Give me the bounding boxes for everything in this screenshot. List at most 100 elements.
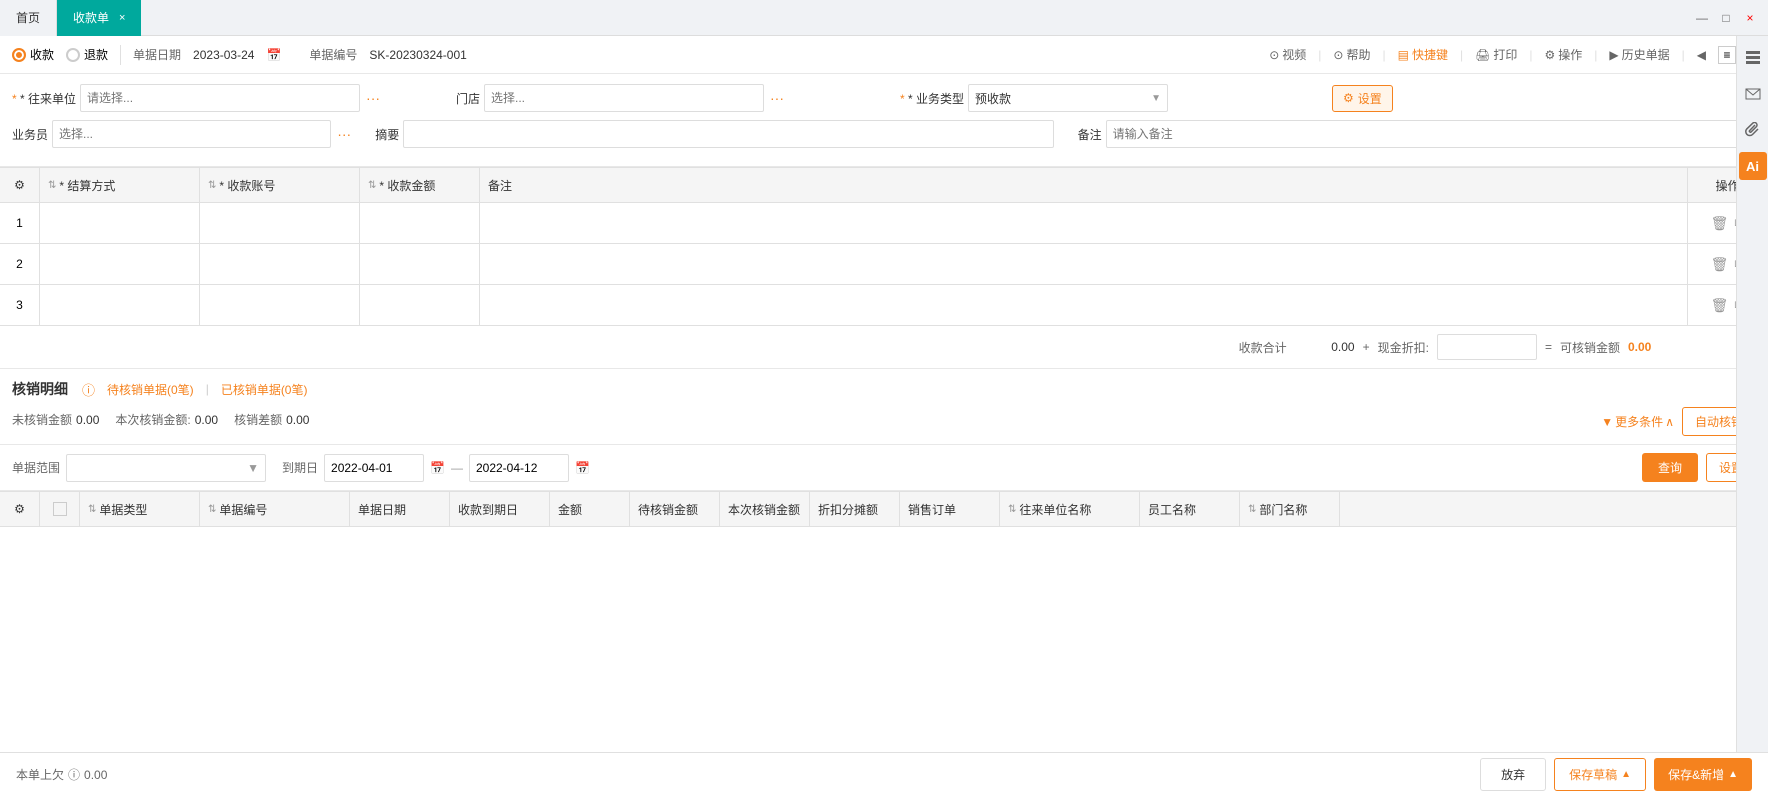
close-button[interactable]: ×	[1740, 8, 1760, 28]
td-note-input-3[interactable]	[488, 291, 1679, 319]
staff-more-icon[interactable]: ···	[337, 127, 351, 141]
th-amount-sort-icon[interactable]: ⇅	[368, 180, 376, 191]
td-note-input-2[interactable]	[488, 250, 1679, 278]
cal-from-icon[interactable]: 📅	[430, 461, 445, 475]
save-new-arrow-icon: ▲	[1728, 769, 1738, 780]
partner-more-icon[interactable]: ···	[366, 91, 380, 105]
bth-check[interactable]	[40, 492, 80, 526]
td-note-3[interactable]	[480, 285, 1688, 325]
td-account-2[interactable]	[200, 244, 360, 284]
select-all-checkbox[interactable]	[53, 502, 67, 516]
unchecked-stat: 未核销金额 0.00	[12, 411, 99, 428]
due-date-from-input[interactable]	[324, 454, 424, 482]
bth-dept: ⇅ 部门名称	[1240, 492, 1340, 526]
table-row: 2 🗑 ⧉	[0, 244, 1768, 285]
td-amount-input-3[interactable]	[368, 291, 471, 319]
shop-input[interactable]	[484, 84, 764, 112]
tab-home[interactable]: 首页	[0, 0, 57, 36]
td-amount-input-1[interactable]	[368, 209, 471, 237]
summary-input[interactable]	[403, 120, 1053, 148]
th-settle-sort-icon[interactable]: ⇅	[48, 180, 56, 191]
hx-info-icon[interactable]: ⓘ	[82, 380, 95, 399]
tab-close-icon[interactable]: ×	[119, 12, 125, 24]
bth-no-sort-icon[interactable]: ⇅	[208, 504, 216, 515]
due-date-to-input[interactable]	[469, 454, 569, 482]
operation-button[interactable]: ⚙ 操作	[1540, 44, 1586, 65]
video-button[interactable]: ⊙ 视频	[1265, 44, 1310, 65]
staff-input[interactable]	[52, 120, 331, 148]
shortcut-button[interactable]: ▤ 快捷键	[1394, 44, 1452, 65]
bottom-info-icon[interactable]: ⓘ	[68, 766, 80, 783]
td-settle-2[interactable]	[40, 244, 200, 284]
delete-icon-1[interactable]: 🗑	[1711, 215, 1729, 232]
bth-settings[interactable]: ⚙	[0, 492, 40, 526]
range-select[interactable]: ▼	[66, 454, 266, 482]
td-account-1[interactable]	[200, 203, 360, 243]
tab-active[interactable]: 收款单 ×	[57, 0, 141, 36]
th-account-sort-icon[interactable]: ⇅	[208, 180, 216, 191]
hx-stats: 未核销金额 0.00 本次核销金额: 0.00 核销差额 0.00	[12, 407, 309, 436]
minimize-button[interactable]: —	[1692, 8, 1712, 28]
delete-icon-2[interactable]: 🗑	[1711, 256, 1729, 273]
th-settings[interactable]: ⚙	[0, 168, 40, 202]
td-account-input-1[interactable]	[208, 209, 351, 237]
td-amount-3[interactable]	[360, 285, 480, 325]
hx-done-tab[interactable]: 已核销单据(0笔)	[221, 381, 308, 398]
form-settings-button[interactable]: ⚙ 设置	[1332, 85, 1393, 112]
help-button[interactable]: ⊙ 帮助	[1329, 44, 1374, 65]
td-settle-1[interactable]	[40, 203, 200, 243]
more-conditions-button[interactable]: ▼ 更多条件 ∧	[1601, 413, 1674, 430]
td-account-3[interactable]	[200, 285, 360, 325]
history-button[interactable]: ▶ 历史单据	[1605, 44, 1673, 65]
print-button[interactable]: 🖨 打印	[1471, 44, 1521, 65]
shop-more-icon[interactable]: ···	[770, 91, 784, 105]
remark-input[interactable]	[1106, 120, 1756, 148]
radio-receive-circle	[12, 48, 26, 62]
discard-button[interactable]: 放弃	[1480, 758, 1546, 791]
bth-type-sort-icon[interactable]: ⇅	[88, 504, 96, 515]
bth-dept-sort-icon[interactable]: ⇅	[1248, 504, 1256, 515]
td-settle-input-2[interactable]	[48, 250, 191, 278]
delete-icon-3[interactable]: 🗑	[1711, 297, 1729, 314]
td-amount-2[interactable]	[360, 244, 480, 284]
maximize-button[interactable]: □	[1716, 8, 1736, 28]
settings-gear-icon: ⚙	[1343, 91, 1354, 105]
biz-type-field: * 业务类型 预收款 ▼	[900, 84, 1320, 112]
help-icon: ⊙	[1333, 48, 1343, 62]
nav-prev-button[interactable]: ◀	[1693, 46, 1710, 64]
toolbar-right: ⊙ 视频 | ⊙ 帮助 | ▤ 快捷键 | 🖨 打印 | ⚙ 操作	[1265, 44, 1756, 65]
bth-no: ⇅ 单据编号	[200, 492, 350, 526]
sidebar-ai-icon[interactable]: Ai	[1739, 152, 1767, 180]
sidebar-attach-icon[interactable]	[1739, 116, 1767, 144]
diff-label: 核销差额	[234, 411, 282, 428]
td-settle-input-1[interactable]	[48, 209, 191, 237]
td-settle-3[interactable]	[40, 285, 200, 325]
td-account-input-2[interactable]	[208, 250, 351, 278]
td-account-input-3[interactable]	[208, 291, 351, 319]
radio-receive[interactable]: 收款	[12, 46, 54, 63]
save-new-button[interactable]: 保存&新增 ▲	[1654, 758, 1752, 791]
td-amount-1[interactable]	[360, 203, 480, 243]
cal-to-icon[interactable]: 📅	[575, 461, 590, 475]
td-note-2[interactable]	[480, 244, 1688, 284]
bth-partner-sort-icon[interactable]: ⇅	[1008, 504, 1016, 515]
save-draft-button[interactable]: 保存草稿 ▲	[1554, 758, 1646, 791]
query-button[interactable]: 查询	[1642, 453, 1698, 482]
biz-type-select[interactable]: 预收款 ▼	[968, 84, 1168, 112]
hx-pending-tab[interactable]: 待核销单据(0笔)	[107, 381, 194, 398]
list-view-button[interactable]: ≡	[1718, 46, 1736, 64]
td-note-1[interactable]	[480, 203, 1688, 243]
radio-return-label: 退款	[84, 46, 108, 63]
td-amount-input-2[interactable]	[368, 250, 471, 278]
sidebar-email-icon[interactable]	[1739, 80, 1767, 108]
bottom-table-header: ⚙ ⇅ 单据类型 ⇅ 单据编号 单据日期 收款到期日 金额 待核销金额 本次核销…	[0, 491, 1768, 527]
filter-icon: ▼	[1601, 415, 1613, 429]
calendar-icon[interactable]: 📅	[266, 48, 281, 62]
td-note-input-1[interactable]	[488, 209, 1679, 237]
row-number-3: 3	[16, 298, 23, 312]
td-settle-input-3[interactable]	[48, 291, 191, 319]
sidebar-table-icon[interactable]	[1739, 44, 1767, 72]
radio-return[interactable]: 退款	[66, 46, 108, 63]
partner-input[interactable]	[80, 84, 360, 112]
discount-input[interactable]	[1437, 334, 1537, 360]
